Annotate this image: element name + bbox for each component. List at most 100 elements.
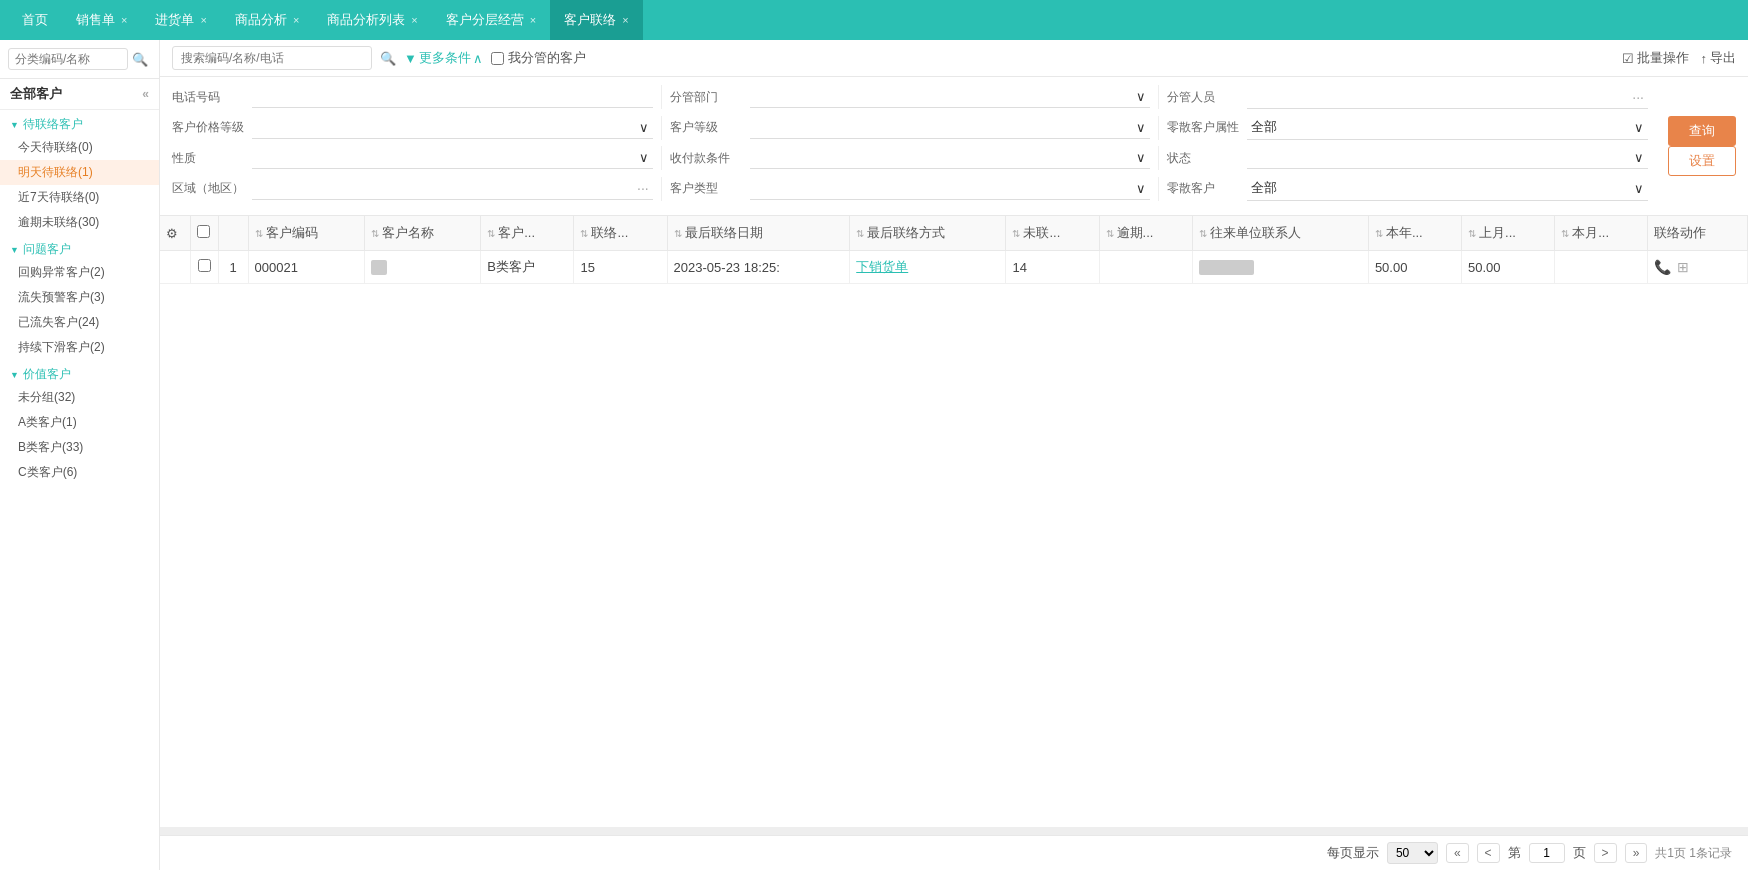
price-level-label: 客户价格等级 [172, 119, 252, 136]
th-action: 联络动作 [1648, 216, 1748, 251]
nature-select[interactable]: ∨ [252, 147, 653, 169]
status-select[interactable]: ∨ [1247, 147, 1648, 169]
th-checkbox[interactable] [190, 216, 218, 251]
main-layout: 🔍 全部客户 « 待联络客户 今天待联络(0) 明天待联络(1) 近7天待联络(… [0, 40, 1748, 870]
horizontal-scrollbar[interactable] [160, 827, 1748, 835]
sidebar-collapse-icon[interactable]: « [142, 87, 149, 101]
table-area: ⚙ 客户编码 客户名称 客户... 联络... 最后联络日期 最后联络方式 未联… [160, 216, 1748, 827]
customer-type-select[interactable]: ∨ [750, 178, 1151, 200]
th-this-year[interactable]: 本年... [1368, 216, 1461, 251]
sidebar-item-churn-warning[interactable]: 流失预警客户(3) [0, 285, 159, 310]
th-gear[interactable]: ⚙ [160, 216, 190, 251]
batch-op-button[interactable]: ☑ 批量操作 [1622, 49, 1689, 67]
sidebar-item-repurchase-anomaly[interactable]: 回购异常客户(2) [0, 260, 159, 285]
sidebar-all-customers[interactable]: 全部客户 « [0, 79, 159, 110]
sidebar-search-icon[interactable]: 🔍 [132, 52, 148, 67]
nav-home[interactable]: 首页 [8, 0, 62, 40]
filter-cell-customer-grade: 客户等级 ∨ [670, 117, 1151, 139]
settings-button[interactable]: 设置 [1668, 146, 1736, 176]
sidebar-search-input[interactable] [8, 48, 128, 70]
manager-select[interactable]: ··· [1247, 86, 1648, 109]
close-purchase-icon[interactable]: × [200, 14, 206, 26]
sidebar-item-churned[interactable]: 已流失客户(24) [0, 310, 159, 335]
close-sales-icon[interactable]: × [121, 14, 127, 26]
price-level-select[interactable]: ∨ [252, 117, 653, 139]
last-page-button[interactable]: » [1625, 843, 1648, 863]
sidebar-item-today[interactable]: 今天待联络(0) [0, 135, 159, 160]
customer-grade-select[interactable]: ∨ [750, 117, 1151, 139]
sidebar-item-7days[interactable]: 近7天待联络(0) [0, 185, 159, 210]
next-page-button[interactable]: > [1594, 843, 1617, 863]
retail-customer-select[interactable]: 全部∨ [1247, 176, 1648, 201]
cell-contact: 15 [574, 251, 667, 284]
nav-item-purchase[interactable]: 进货单 × [141, 0, 220, 40]
current-page-input[interactable]: 1 [1529, 843, 1565, 863]
th-last-month[interactable]: 上月... [1462, 216, 1555, 251]
search-button[interactable]: 🔍 [380, 51, 396, 66]
close-customer-contact-icon[interactable]: × [622, 14, 628, 26]
nav-item-sales[interactable]: 销售单 × [62, 0, 141, 40]
sidebar-item-declining[interactable]: 持续下滑客户(2) [0, 335, 159, 360]
cell-last-contact-date: 2023-05-23 18:25: [667, 251, 850, 284]
sidebar-group-pending: 待联络客户 [0, 110, 159, 135]
th-code[interactable]: 客户编码 [248, 216, 364, 251]
th-name[interactable]: 客户名称 [364, 216, 480, 251]
status-label: 状态 [1167, 150, 1247, 167]
chevron-up-icon: ∧ [473, 51, 483, 66]
cell-overdue [1099, 251, 1192, 284]
first-page-button[interactable]: « [1446, 843, 1469, 863]
th-last-contact-date[interactable]: 最后联络日期 [667, 216, 850, 251]
th-overdue[interactable]: 逾期... [1099, 216, 1192, 251]
filter-cell-region: 区域（地区） ··· [172, 177, 653, 200]
sidebar-item-class-b[interactable]: B类客户(33) [0, 435, 159, 460]
search-input[interactable] [172, 46, 372, 70]
per-page-select[interactable]: 50 100 200 [1387, 842, 1438, 864]
sidebar-item-class-c[interactable]: C类客户(6) [0, 460, 159, 485]
nav-item-customer-tier[interactable]: 客户分层经营 × [432, 0, 550, 40]
page-label: 第 [1508, 844, 1521, 862]
nature-label: 性质 [172, 150, 252, 167]
sidebar-group-problem: 问题客户 [0, 235, 159, 260]
last-contact-way-link[interactable]: 下销货单 [856, 259, 908, 274]
filter-bar: 🔍 ▼ 更多条件 ∧ 我分管的客户 ☑ 批量操作 ↑ 导出 [160, 40, 1748, 77]
close-customer-tier-icon[interactable]: × [530, 14, 536, 26]
payment-select[interactable]: ∨ [750, 147, 1151, 169]
export-button[interactable]: ↑ 导出 [1701, 49, 1737, 67]
nav-item-analysis[interactable]: 商品分析 × [221, 0, 313, 40]
grid-action-icon[interactable]: ⊞ [1677, 259, 1689, 275]
more-conditions-button[interactable]: ▼ 更多条件 ∧ [404, 49, 483, 67]
cell-checkbox[interactable] [190, 251, 218, 284]
th-contact[interactable]: 联络... [574, 216, 667, 251]
sidebar-item-tomorrow[interactable]: 明天待联络(1) [0, 160, 159, 185]
sidebar-item-overdue[interactable]: 逾期未联络(30) [0, 210, 159, 235]
export-icon: ↑ [1701, 51, 1708, 66]
my-customers-checkbox[interactable] [491, 52, 504, 65]
phone-input[interactable] [252, 87, 653, 108]
nav-item-analysis-list[interactable]: 商品分析列表 × [313, 0, 431, 40]
select-all-checkbox[interactable] [197, 225, 210, 238]
cell-last-contact-way[interactable]: 下销货单 [850, 251, 1006, 284]
close-analysis-icon[interactable]: × [293, 14, 299, 26]
content-area: 🔍 ▼ 更多条件 ∧ 我分管的客户 ☑ 批量操作 ↑ 导出 [160, 40, 1748, 870]
th-not-contacted[interactable]: 未联... [1006, 216, 1099, 251]
my-customers-checkbox-area[interactable]: 我分管的客户 [491, 49, 586, 67]
sidebar: 🔍 全部客户 « 待联络客户 今天待联络(0) 明天待联络(1) 近7天待联络(… [0, 40, 160, 870]
th-unit-contact[interactable]: 往来单位联系人 [1192, 216, 1368, 251]
th-this-month[interactable]: 本月... [1555, 216, 1648, 251]
cell-type: B类客户 [481, 251, 574, 284]
phone-action-icon[interactable]: 📞 [1654, 259, 1671, 275]
region-select[interactable]: ··· [252, 177, 653, 200]
table-row: 1 000021 Ea B类客户 15 2023-05-23 18:25: 下销… [160, 251, 1748, 284]
th-type[interactable]: 客户... [481, 216, 574, 251]
query-button[interactable]: 查询 [1668, 116, 1736, 146]
dept-select[interactable]: ∨ [750, 86, 1151, 108]
row-checkbox[interactable] [198, 259, 211, 272]
nav-item-customer-contact[interactable]: 客户联络 × [550, 0, 642, 40]
cell-num: 1 [218, 251, 248, 284]
th-last-contact-way[interactable]: 最后联络方式 [850, 216, 1006, 251]
sidebar-item-ungrouped[interactable]: 未分组(32) [0, 385, 159, 410]
prev-page-button[interactable]: < [1477, 843, 1500, 863]
sidebar-item-class-a[interactable]: A类客户(1) [0, 410, 159, 435]
retail-attr-select[interactable]: 全部∨ [1247, 115, 1648, 140]
close-analysis-list-icon[interactable]: × [411, 14, 417, 26]
